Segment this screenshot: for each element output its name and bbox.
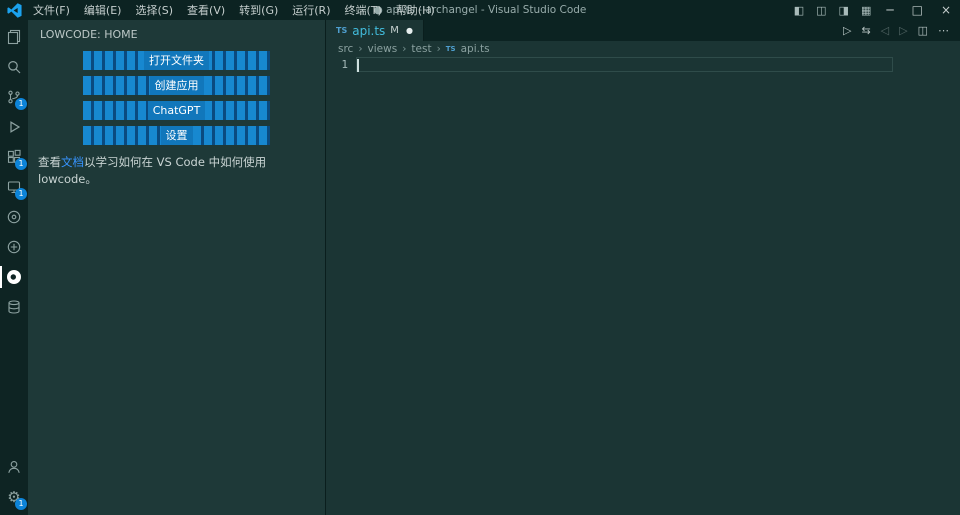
window-controls: ◧ ◫ ◨ ▦ ─ □ × bbox=[788, 0, 960, 20]
explorer-icon[interactable] bbox=[0, 22, 28, 52]
typescript-file-icon: TS bbox=[445, 45, 456, 53]
git-modified-badge: M bbox=[390, 25, 399, 36]
vscode-window: 文件(F) 编辑(E) 选择(S) 查看(V) 转到(G) 运行(R) 终端(T… bbox=[0, 0, 960, 515]
breadcrumb-api-ts[interactable]: api.ts bbox=[461, 43, 490, 55]
breadcrumb-test[interactable]: test bbox=[411, 43, 431, 55]
line-number: 1 bbox=[341, 58, 348, 71]
unsaved-dot-icon[interactable]: ● bbox=[406, 26, 413, 35]
run-file-icon[interactable]: ▷ bbox=[838, 24, 856, 37]
tab-api-ts[interactable]: TS api.ts M ● bbox=[326, 20, 424, 41]
settings-gear-icon[interactable]: ⚙ 1 bbox=[0, 482, 28, 512]
breadcrumb-separator: › bbox=[358, 43, 363, 55]
breadcrumb-separator: › bbox=[436, 43, 441, 55]
help-text-prefix: 查看 bbox=[38, 155, 61, 169]
menu-selection[interactable]: 选择(S) bbox=[128, 2, 180, 18]
minimize-button[interactable]: ─ bbox=[877, 0, 902, 20]
chatgpt-label: ChatGPT bbox=[147, 101, 206, 120]
lowcode-extension-icon[interactable] bbox=[0, 262, 28, 292]
source-control-icon[interactable]: 1 bbox=[0, 82, 28, 112]
live-share-icon[interactable] bbox=[0, 202, 28, 232]
next-change-icon[interactable]: ▷ bbox=[894, 24, 912, 37]
tab-label: api.ts bbox=[352, 23, 386, 38]
vscode-logo-icon bbox=[7, 2, 22, 18]
more-actions-icon[interactable]: ⋯ bbox=[933, 24, 954, 37]
previous-change-icon[interactable]: ◁ bbox=[876, 24, 894, 37]
lowcode-sidebar: LOWCODE: HOME 打开文件夹 创建应用 ChatGPT 设置 查看文档… bbox=[28, 20, 326, 515]
database-icon[interactable] bbox=[0, 292, 28, 322]
sidebar-help-text: 查看文档以学习如何在 VS Code 中如何使用 lowcode。 bbox=[38, 154, 315, 189]
activity-bar-bottom: ⚙ 1 bbox=[0, 452, 28, 512]
breadcrumb-views[interactable]: views bbox=[368, 43, 398, 55]
search-icon[interactable] bbox=[0, 52, 28, 82]
menu-help[interactable]: 帮助(H) bbox=[389, 2, 442, 18]
menu-go[interactable]: 转到(G) bbox=[232, 2, 285, 18]
split-editor-icon[interactable]: ◫ bbox=[913, 24, 933, 37]
menu-terminal[interactable]: 终端(T) bbox=[338, 2, 389, 18]
code-editor[interactable]: 1 bbox=[326, 57, 960, 515]
create-app-label: 创建应用 bbox=[149, 76, 204, 95]
typescript-file-icon: TS bbox=[336, 26, 348, 35]
run-and-debug-icon[interactable] bbox=[0, 112, 28, 142]
remote-explorer-icon[interactable]: 1 bbox=[0, 172, 28, 202]
breadcrumb-separator: › bbox=[402, 43, 407, 55]
current-line-highlight bbox=[356, 57, 893, 72]
activity-bar: 1 1 1 ⚙ 1 bbox=[0, 20, 28, 515]
accounts-icon[interactable] bbox=[0, 452, 28, 482]
open-changes-icon[interactable]: ⇆ bbox=[856, 24, 875, 37]
breadcrumb: src › views › test › TS api.ts bbox=[326, 41, 960, 57]
text-cursor bbox=[357, 59, 359, 72]
breadcrumb-src[interactable]: src bbox=[338, 43, 353, 55]
tab-bar: TS api.ts M ● ▷ ⇆ ◁ ▷ ◫ ⋯ bbox=[326, 20, 960, 41]
toggle-secondary-sidebar-icon[interactable]: ◨ bbox=[833, 4, 855, 17]
editor-group: TS api.ts M ● ▷ ⇆ ◁ ▷ ◫ ⋯ src › views › … bbox=[326, 20, 960, 515]
menu-bar: 文件(F) 编辑(E) 选择(S) 查看(V) 转到(G) 运行(R) 终端(T… bbox=[26, 2, 442, 18]
containers-icon[interactable] bbox=[0, 232, 28, 262]
sidebar-title: LOWCODE: HOME bbox=[40, 28, 138, 41]
extensions-badge: 1 bbox=[15, 158, 27, 170]
titlebar: 文件(F) 编辑(E) 选择(S) 查看(V) 转到(G) 运行(R) 终端(T… bbox=[0, 0, 960, 20]
settings-badge: 1 bbox=[15, 498, 27, 510]
customize-layout-icon[interactable]: ▦ bbox=[855, 4, 877, 17]
menu-file[interactable]: 文件(F) bbox=[26, 2, 77, 18]
open-folder-label: 打开文件夹 bbox=[144, 51, 209, 70]
close-button[interactable]: × bbox=[932, 0, 960, 20]
menu-edit[interactable]: 编辑(E) bbox=[77, 2, 129, 18]
create-app-button[interactable]: 创建应用 bbox=[83, 76, 270, 95]
source-control-badge: 1 bbox=[15, 98, 27, 110]
remote-explorer-badge: 1 bbox=[15, 188, 27, 200]
toggle-panel-icon[interactable]: ◫ bbox=[810, 4, 832, 17]
menu-run[interactable]: 运行(R) bbox=[285, 2, 337, 18]
editor-actions: ▷ ⇆ ◁ ▷ ◫ ⋯ bbox=[838, 20, 960, 41]
settings-label: 设置 bbox=[160, 126, 193, 145]
menu-view[interactable]: 查看(V) bbox=[180, 2, 232, 18]
maximize-button[interactable]: □ bbox=[903, 0, 932, 20]
settings-button[interactable]: 设置 bbox=[83, 126, 270, 145]
docs-link[interactable]: 文档 bbox=[61, 155, 84, 169]
chatgpt-button[interactable]: ChatGPT bbox=[83, 101, 270, 120]
toggle-sidebar-icon[interactable]: ◧ bbox=[788, 4, 810, 17]
extensions-icon[interactable]: 1 bbox=[0, 142, 28, 172]
open-folder-button[interactable]: 打开文件夹 bbox=[83, 51, 270, 70]
